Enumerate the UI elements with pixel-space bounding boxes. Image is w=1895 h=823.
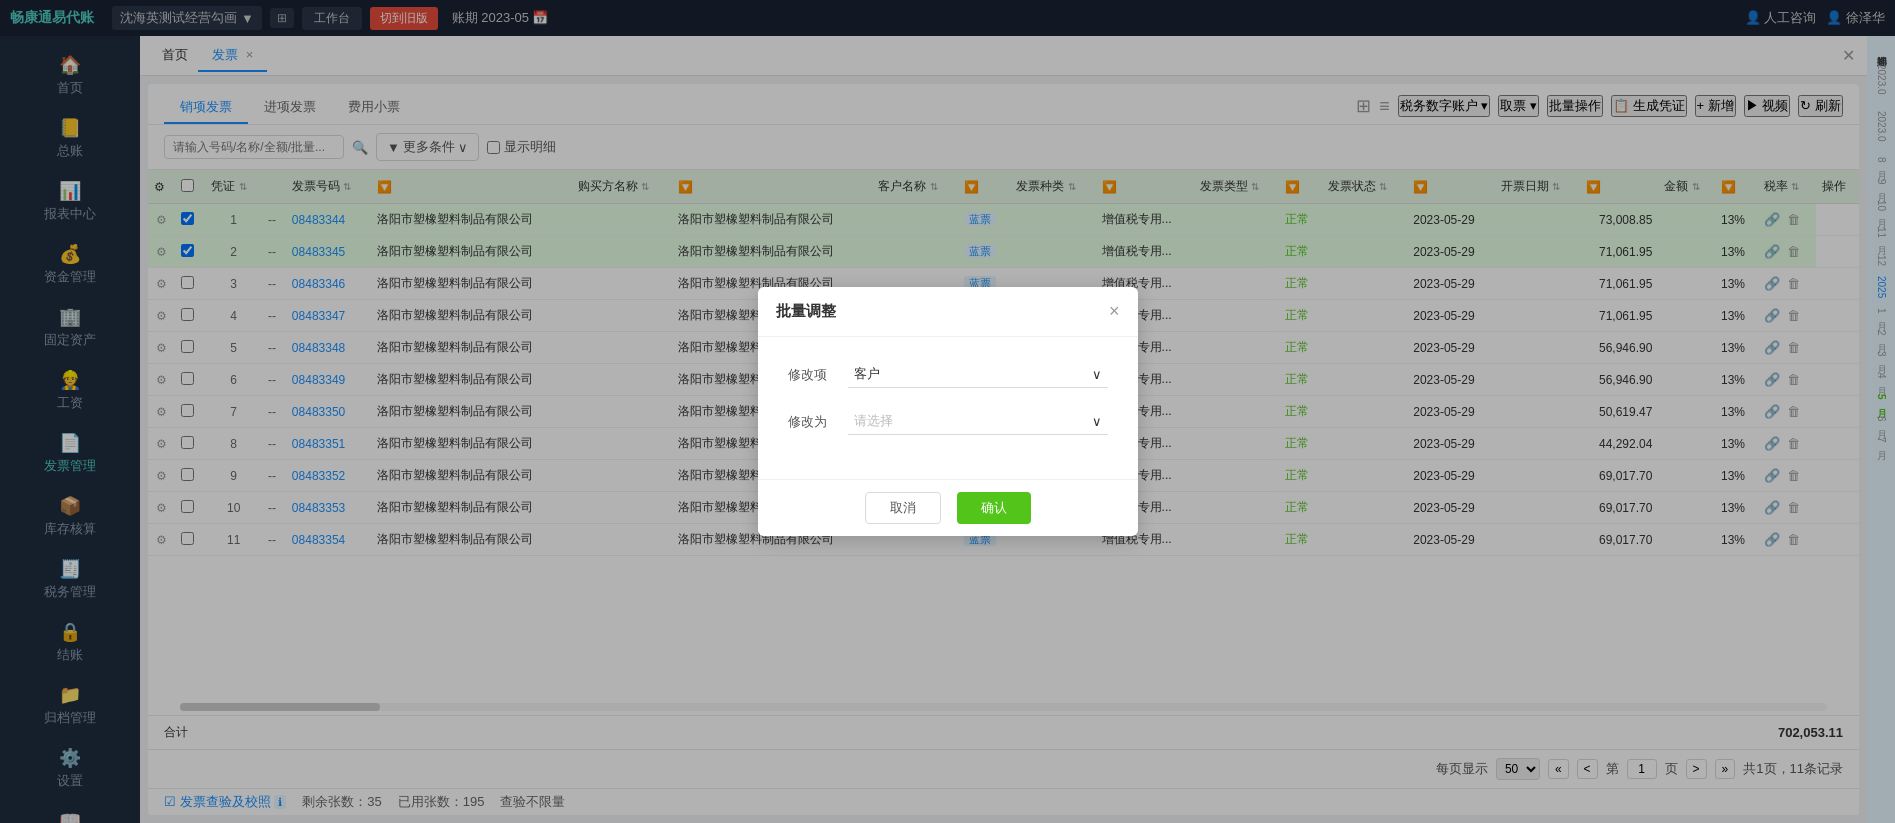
- dialog-header: 批量调整 ×: [758, 287, 1138, 337]
- modify-to-label: 修改为: [788, 413, 848, 431]
- modify-to-select[interactable]: 请选择 ∨: [848, 408, 1108, 435]
- modify-to-row: 修改为 请选择 ∨: [788, 408, 1108, 435]
- select-dropdown-icon2: ∨: [1092, 414, 1102, 429]
- select-dropdown-icon: ∨: [1092, 367, 1102, 382]
- dialog-overlay: 批量调整 × 修改项 客户 ∨ 修改为 请选择 ∨ 取消 确认: [0, 0, 1895, 823]
- dialog-body: 修改项 客户 ∨ 修改为 请选择 ∨: [758, 337, 1138, 479]
- batch-adjust-dialog: 批量调整 × 修改项 客户 ∨ 修改为 请选择 ∨ 取消 确认: [758, 287, 1138, 536]
- confirm-button[interactable]: 确认: [957, 492, 1031, 524]
- dialog-title: 批量调整: [776, 302, 836, 321]
- dialog-close-button[interactable]: ×: [1109, 301, 1120, 322]
- modify-item-label: 修改项: [788, 366, 848, 384]
- modify-item-row: 修改项 客户 ∨: [788, 361, 1108, 388]
- cancel-button[interactable]: 取消: [865, 492, 941, 524]
- dialog-footer: 取消 确认: [758, 479, 1138, 536]
- modify-item-select[interactable]: 客户 ∨: [848, 361, 1108, 388]
